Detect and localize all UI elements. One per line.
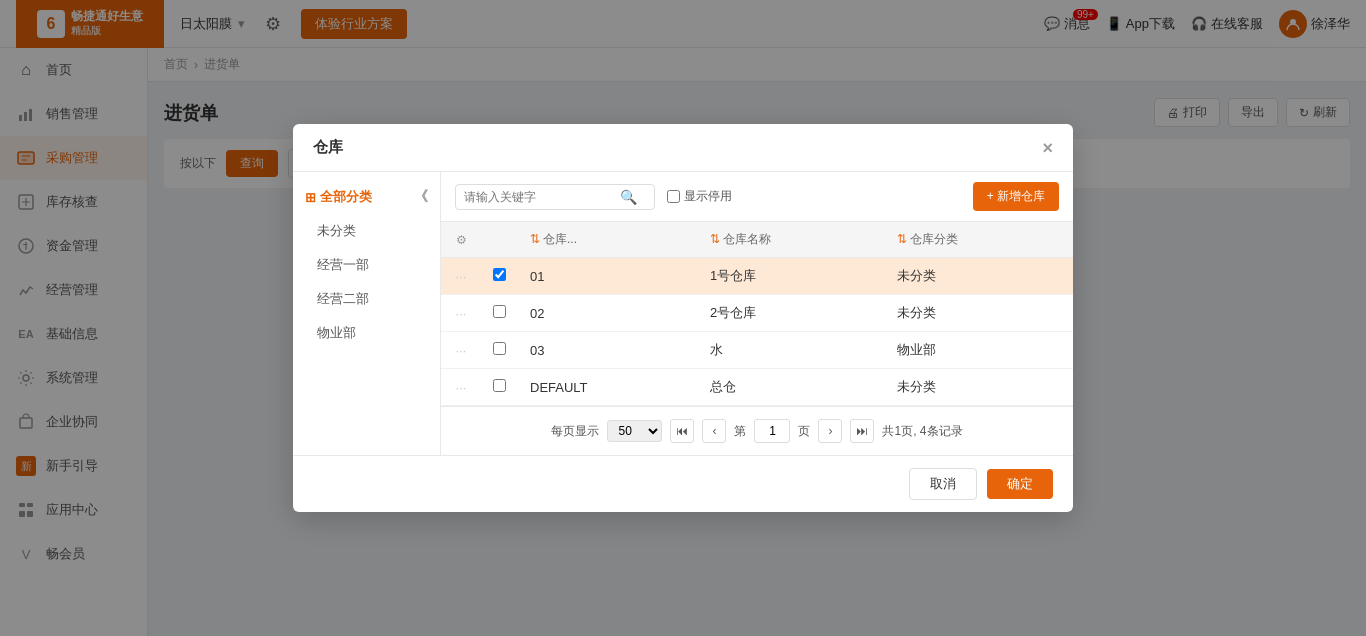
row-code: 01 <box>518 258 698 295</box>
checkbox-col-header <box>481 222 518 258</box>
row-code: 03 <box>518 332 698 369</box>
row-checkbox[interactable] <box>481 295 518 332</box>
dialog-body: ⊞ 全部分类 《 未分类 经营一部 经营二部 物业部 🔍 <box>293 172 1073 455</box>
show-disabled-checkbox[interactable] <box>667 190 680 203</box>
row-category: 未分类 <box>885 258 1073 295</box>
code-col-header: ⇅仓库... <box>518 222 698 258</box>
dialog-footer: 取消 确定 <box>293 455 1073 512</box>
row-code: 02 <box>518 295 698 332</box>
table-row[interactable]: ··· DEFAULT 总仓 未分类 <box>441 369 1073 406</box>
page-label-before: 第 <box>734 423 746 440</box>
dialog-title: 仓库 <box>313 138 343 157</box>
warehouse-dialog: 仓库 × ⊞ 全部分类 《 未分类 经营一部 经营二部 物业部 <box>293 124 1073 512</box>
pagination: 每页显示 50 100 200 ⏮ ‹ 第 页 › ⏭ 共1页, 4条记录 <box>441 406 1073 455</box>
search-box: 🔍 <box>455 184 655 210</box>
page-label-after: 页 <box>798 423 810 440</box>
table-row[interactable]: ··· 02 2号仓库 未分类 <box>441 295 1073 332</box>
settings-col-header: ⚙ <box>441 222 481 258</box>
category-item-op1[interactable]: 经营一部 <box>293 248 440 282</box>
add-warehouse-button[interactable]: + 新增仓库 <box>973 182 1059 211</box>
dialog-close-button[interactable]: × <box>1042 139 1053 157</box>
row-checkbox[interactable] <box>481 369 518 406</box>
row-checkbox[interactable] <box>481 332 518 369</box>
total-info: 共1页, 4条记录 <box>882 423 962 440</box>
prev-page-button[interactable]: ‹ <box>702 419 726 443</box>
row-name: 1号仓库 <box>698 258 886 295</box>
row-category: 未分类 <box>885 295 1073 332</box>
row-name: 水 <box>698 332 886 369</box>
row-category: 未分类 <box>885 369 1073 406</box>
list-panel: 🔍 显示停用 + 新增仓库 ⚙ <box>441 172 1073 455</box>
name-col-header: ⇅仓库名称 <box>698 222 886 258</box>
row-gear[interactable]: ··· <box>441 369 481 406</box>
per-page-label: 每页显示 <box>551 423 599 440</box>
data-table: ⚙ ⇅仓库... ⇅仓库名称 ⇅仓库分类 ··· 01 <box>441 222 1073 406</box>
show-disabled-label: 显示停用 <box>667 188 732 205</box>
search-icon[interactable]: 🔍 <box>620 189 637 205</box>
per-page-select[interactable]: 50 100 200 <box>607 420 662 442</box>
next-page-button[interactable]: › <box>818 419 842 443</box>
category-item-property[interactable]: 物业部 <box>293 316 440 350</box>
category-item-op2[interactable]: 经营二部 <box>293 282 440 316</box>
row-name: 2号仓库 <box>698 295 886 332</box>
dialog-header: 仓库 × <box>293 124 1073 172</box>
warehouse-table: ⚙ ⇅仓库... ⇅仓库名称 ⇅仓库分类 ··· 01 <box>441 222 1073 406</box>
dialog-overlay: 仓库 × ⊞ 全部分类 《 未分类 经营一部 经营二部 物业部 <box>0 0 1366 636</box>
row-code: DEFAULT <box>518 369 698 406</box>
all-categories-label: 全部分类 <box>320 188 372 206</box>
list-toolbar: 🔍 显示停用 + 新增仓库 <box>441 172 1073 222</box>
category-col-header: ⇅仓库分类 <box>885 222 1073 258</box>
category-item-none[interactable]: 未分类 <box>293 214 440 248</box>
table-header-row: ⚙ ⇅仓库... ⇅仓库名称 ⇅仓库分类 <box>441 222 1073 258</box>
confirm-button[interactable]: 确定 <box>987 469 1053 499</box>
row-gear[interactable]: ··· <box>441 258 481 295</box>
grid-icon: ⊞ <box>305 190 316 205</box>
category-panel: ⊞ 全部分类 《 未分类 经营一部 经营二部 物业部 <box>293 172 441 455</box>
cancel-button[interactable]: 取消 <box>909 468 977 500</box>
first-page-button[interactable]: ⏮ <box>670 419 694 443</box>
all-categories-item[interactable]: ⊞ 全部分类 《 <box>293 180 440 214</box>
row-gear[interactable]: ··· <box>441 295 481 332</box>
row-category: 物业部 <box>885 332 1073 369</box>
row-checkbox[interactable] <box>481 258 518 295</box>
collapse-icon[interactable]: 《 <box>414 188 428 206</box>
table-row[interactable]: ··· 03 水 物业部 <box>441 332 1073 369</box>
page-input[interactable] <box>754 419 790 443</box>
table-row[interactable]: ··· 01 1号仓库 未分类 <box>441 258 1073 295</box>
row-name: 总仓 <box>698 369 886 406</box>
row-gear[interactable]: ··· <box>441 332 481 369</box>
last-page-button[interactable]: ⏭ <box>850 419 874 443</box>
search-input[interactable] <box>464 190 614 204</box>
